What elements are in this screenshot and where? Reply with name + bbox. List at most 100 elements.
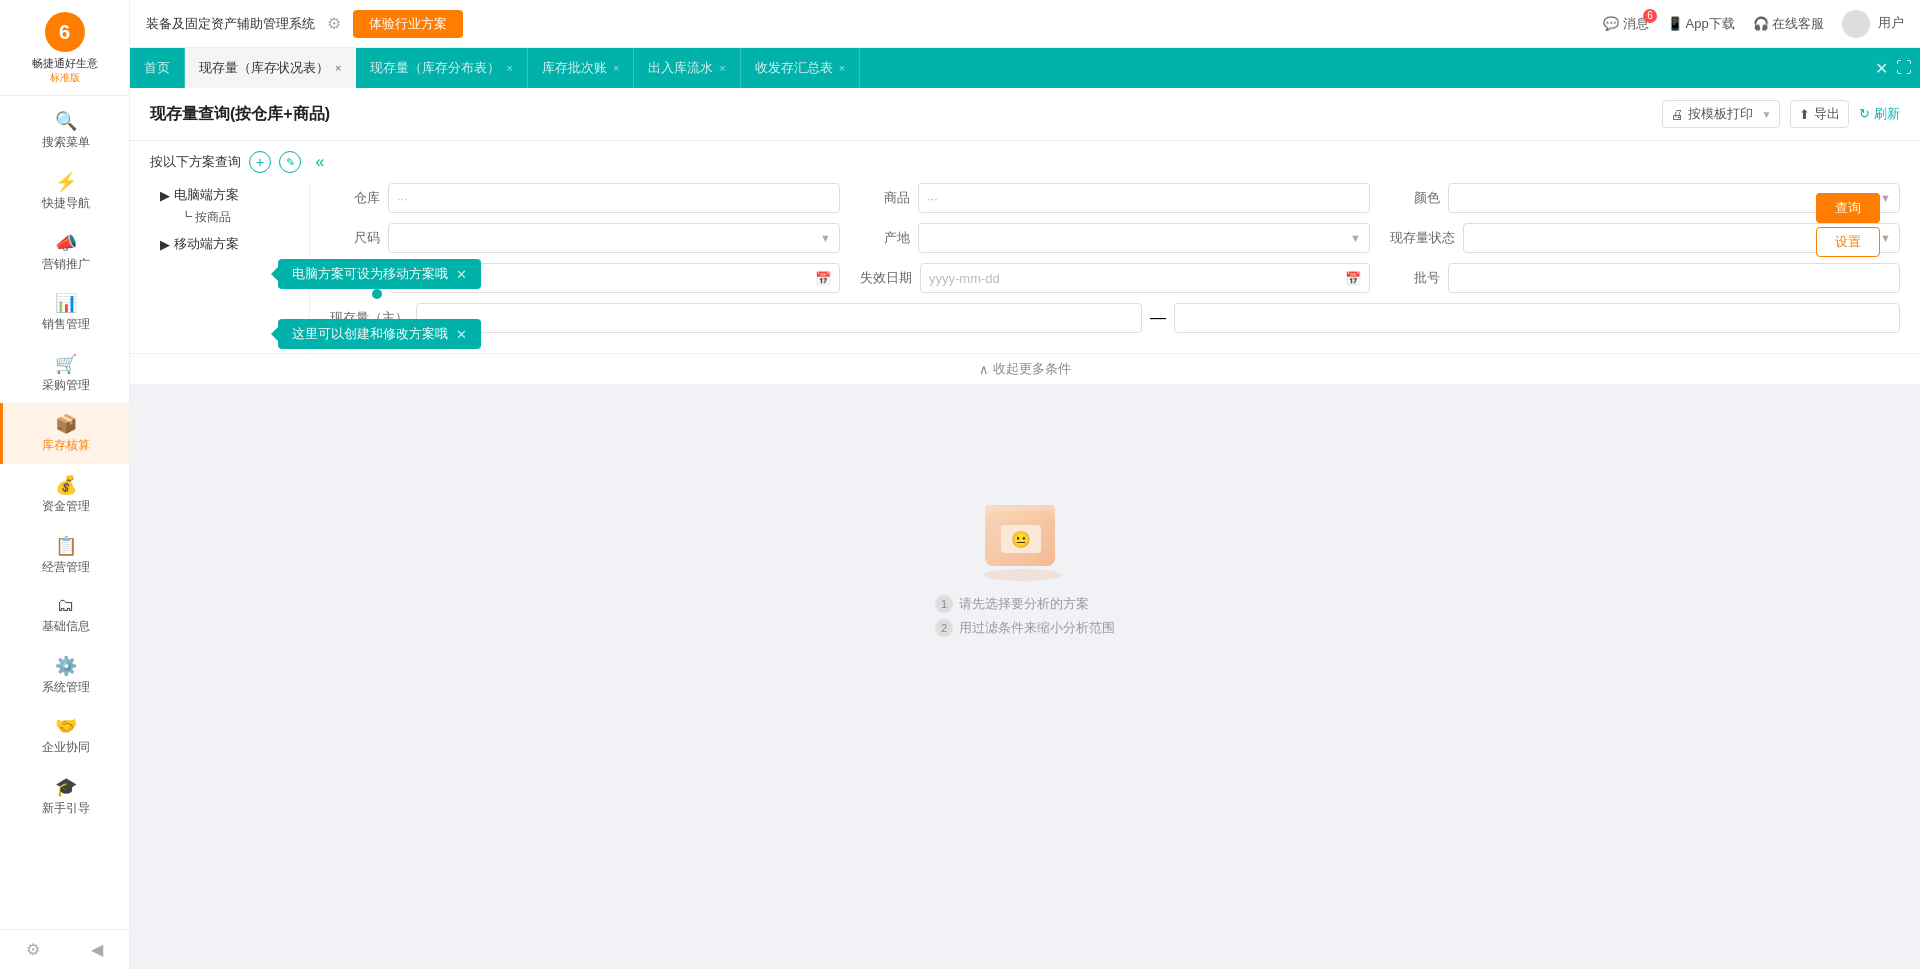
scheme-group-mobile-header[interactable]: ▶ 移动端方案 bbox=[160, 232, 299, 256]
search-icon: 🔍 bbox=[55, 110, 77, 132]
expire-date-label: 失效日期 bbox=[860, 269, 912, 287]
basic-icon: 🗂 bbox=[57, 595, 75, 616]
search-button[interactable]: 查询 bbox=[1816, 193, 1880, 223]
filter-row-2: 尺码 ▼ 产地 ▼ bbox=[330, 223, 1900, 253]
nav-tabs: 首页 现存量（库存状况表） × 现存量（库存分布表） × 库存批次账 × 出入库… bbox=[130, 48, 1920, 88]
sidebar-item-operation[interactable]: 📋 经营管理 bbox=[0, 525, 129, 586]
indent-icon: ┗ bbox=[180, 210, 192, 224]
filter-edit-scheme-button[interactable]: ✎ bbox=[279, 151, 301, 173]
close-tab-inventory-status[interactable]: × bbox=[335, 62, 341, 74]
filter-arrow-button[interactable]: « bbox=[309, 151, 331, 173]
print-dropdown-icon: ▼ bbox=[1761, 109, 1771, 120]
fullscreen-icon[interactable]: ⛶ bbox=[1896, 59, 1912, 77]
tab-summary[interactable]: 收发存汇总表 × bbox=[741, 48, 860, 88]
user-area[interactable]: 用户 bbox=[1842, 10, 1904, 38]
warehouse-input[interactable]: ··· bbox=[388, 183, 840, 213]
headset-icon: 🎧 bbox=[1753, 16, 1769, 31]
box-lid bbox=[985, 505, 1055, 519]
operation-icon: 📋 bbox=[55, 535, 77, 557]
sidebar-item-sales[interactable]: 📊 销售管理 bbox=[0, 282, 129, 343]
sidebar-item-search[interactable]: 🔍 搜索菜单 bbox=[0, 100, 129, 161]
stock-main-to-input[interactable] bbox=[1174, 303, 1900, 333]
filter-item-goods: 商品 ··· bbox=[860, 183, 1370, 213]
triangle-icon: ▶ bbox=[160, 188, 170, 203]
filter-container: 按以下方案查询 + ✎ « ▶ 电脑端方案 ┗ 按商品 bbox=[130, 141, 1920, 353]
tooltip-scheme-2: 这里可以创建和修改方案哦 ✕ bbox=[278, 319, 481, 349]
close-tab-summary[interactable]: × bbox=[839, 62, 845, 74]
close-tab-batch[interactable]: × bbox=[613, 62, 619, 74]
close-all-tabs-icon[interactable]: ✕ bbox=[1875, 59, 1888, 78]
sidebar-menu: 🔍 搜索菜单 ⚡ 快捷导航 📣 营销推广 📊 销售管理 🛒 采购管理 📦 库存核… bbox=[0, 96, 129, 929]
sidebar-item-inventory[interactable]: 📦 库存核算 bbox=[0, 403, 129, 464]
export-button[interactable]: ⬆ 导出 bbox=[1790, 100, 1849, 128]
sidebar-item-quick[interactable]: ⚡ 快捷导航 bbox=[0, 161, 129, 222]
stock-main-from-input[interactable] bbox=[416, 303, 1142, 333]
topbar-left: 装备及固定资产辅助管理系统 ⚙ 体验行业方案 bbox=[146, 10, 463, 38]
sidebar: 6 畅捷通好生意 标准版 🔍 搜索菜单 ⚡ 快捷导航 📣 营销推广 📊 销售管理… bbox=[0, 0, 130, 969]
online-service-link[interactable]: 🎧 在线客服 bbox=[1753, 15, 1825, 33]
sidebar-item-purchase[interactable]: 🛒 采购管理 bbox=[0, 343, 129, 404]
tab-batch[interactable]: 库存批次账 × bbox=[528, 48, 634, 88]
trial-button[interactable]: 体验行业方案 bbox=[353, 10, 463, 38]
guide-icon: 🎓 bbox=[55, 776, 77, 798]
finance-icon: 💰 bbox=[55, 474, 77, 496]
size-select[interactable]: ▼ bbox=[388, 223, 840, 253]
sidebar-item-basic[interactable]: 🗂 基础信息 bbox=[0, 585, 129, 645]
tooltip-scheme-1: 电脑方案可设为移动方案哦 ✕ bbox=[278, 259, 481, 289]
tab-inventory-dist[interactable]: 现存量（库存分布表） × bbox=[356, 48, 527, 88]
scheme-item-goods[interactable]: ┗ 按商品 bbox=[160, 207, 299, 228]
filter-item-size: 尺码 ▼ bbox=[330, 223, 840, 253]
tooltip1-close-icon[interactable]: ✕ bbox=[456, 267, 467, 282]
filter-row-1: 仓库 ··· 商品 ··· 颜色 bbox=[330, 183, 1900, 213]
filter-row-4: 现存量（主） — bbox=[330, 303, 1900, 333]
sidebar-logo: 6 畅捷通好生意 标准版 bbox=[0, 0, 129, 96]
sidebar-bottom: ⚙ ◀ bbox=[0, 929, 129, 969]
sidebar-item-marketing[interactable]: 📣 营销推广 bbox=[0, 222, 129, 283]
hint-2-num: 2 bbox=[935, 619, 953, 637]
empty-state: 😐 1 请先选择要分析的方案 2 用过滤条件来缩小分析范围 bbox=[130, 384, 1920, 744]
message-badge: 6 bbox=[1643, 9, 1657, 23]
avatar bbox=[1842, 10, 1870, 38]
app-download-link[interactable]: 📱 App下载 bbox=[1667, 15, 1735, 33]
inventory-icon: 📦 bbox=[55, 413, 77, 435]
hint-1-num: 1 bbox=[935, 595, 953, 613]
tab-inventory-status[interactable]: 现存量（库存状况表） × bbox=[185, 48, 356, 88]
tab-home[interactable]: 首页 bbox=[130, 48, 185, 88]
close-tab-inventory-dist[interactable]: × bbox=[506, 62, 512, 74]
sidebar-item-guide[interactable]: 🎓 新手引导 bbox=[0, 766, 129, 827]
purchase-icon: 🛒 bbox=[55, 353, 77, 375]
expire-date-input[interactable]: yyyy-mm-dd 📅 bbox=[920, 263, 1370, 293]
sales-icon: 📊 bbox=[55, 292, 77, 314]
origin-select[interactable]: ▼ bbox=[918, 223, 1370, 253]
sidebar-item-finance[interactable]: 💰 资金管理 bbox=[0, 464, 129, 525]
filter-row-3: 生产日期 yyyy-mm-dd 📅 失效日期 yyyy-mm-dd 📅 bbox=[330, 263, 1900, 293]
sidebar-item-system[interactable]: ⚙️ 系统管理 bbox=[0, 645, 129, 706]
page-title: 现存量查询(按仓库+商品) bbox=[150, 104, 330, 125]
box-shadow bbox=[983, 569, 1063, 581]
message-wrap[interactable]: 💬 消息 6 bbox=[1603, 15, 1649, 33]
stock-state-chevron-icon: ▼ bbox=[1880, 232, 1891, 244]
sidebar-item-collab[interactable]: 🤝 企业协同 bbox=[0, 705, 129, 766]
export-icon: ⬆ bbox=[1799, 107, 1810, 122]
batch-input[interactable] bbox=[1448, 263, 1900, 293]
refresh-button[interactable]: ↻ 刷新 bbox=[1859, 105, 1900, 123]
reset-button[interactable]: 设置 bbox=[1816, 227, 1880, 257]
refresh-icon: ↻ bbox=[1859, 106, 1870, 121]
scheme-group-pc-header[interactable]: ▶ 电脑端方案 bbox=[160, 183, 299, 207]
collapse-sidebar-icon[interactable]: ◀ bbox=[91, 940, 103, 959]
empty-hint-1: 1 请先选择要分析的方案 bbox=[935, 595, 1115, 613]
tooltip2-close-icon[interactable]: ✕ bbox=[456, 327, 467, 342]
close-tab-inout[interactable]: × bbox=[719, 62, 725, 74]
goods-label: 商品 bbox=[860, 189, 910, 207]
print-button[interactable]: 🖨 按模板打印 ▼ bbox=[1662, 100, 1780, 128]
action-area: 查询 设置 bbox=[1816, 193, 1880, 257]
content-area: 现存量查询(按仓库+商品) 🖨 按模板打印 ▼ ⬆ 导出 ↻ 刷新 bbox=[130, 88, 1920, 969]
filter-add-scheme-button[interactable]: + bbox=[249, 151, 271, 173]
collapse-bar[interactable]: ∧ 收起更多条件 bbox=[130, 353, 1920, 384]
tab-inout[interactable]: 出入库流水 × bbox=[634, 48, 740, 88]
settings-gear-icon[interactable]: ⚙ bbox=[327, 14, 341, 33]
print-icon: 🖨 bbox=[1671, 107, 1684, 122]
size-chevron-icon: ▼ bbox=[820, 232, 831, 244]
settings-icon[interactable]: ⚙ bbox=[26, 940, 40, 959]
goods-input[interactable]: ··· bbox=[918, 183, 1370, 213]
